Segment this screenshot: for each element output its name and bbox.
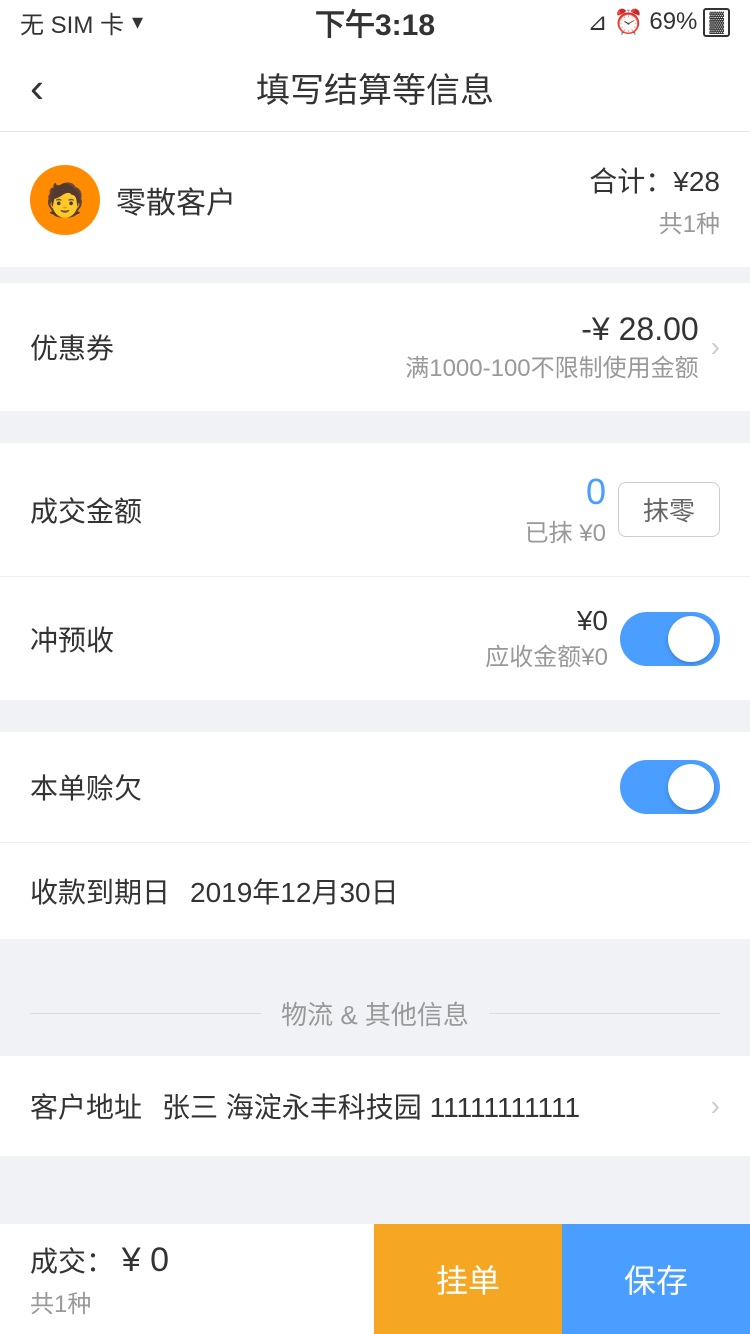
wifi-icon: ▾ — [132, 9, 143, 35]
location-icon: ⊿ — [587, 8, 607, 37]
deal-amount-section: 成交金额 0 已抹 ¥0 抹零 冲预收 ¥0 应收金额¥0 — [0, 443, 750, 700]
prepayment-toggle[interactable] — [620, 612, 720, 666]
bottom-bar: 成交： ¥ 0 共1种 挂单 保存 — [0, 1224, 750, 1334]
alarm-icon: ⏰ — [613, 8, 643, 37]
avatar: 🧑 — [30, 165, 100, 235]
save-button[interactable]: 保存 — [562, 1224, 750, 1334]
divider-3 — [0, 955, 750, 971]
coupon-value: -¥ 28.00 — [405, 311, 698, 348]
back-button[interactable]: ‹ — [30, 64, 44, 112]
address-row[interactable]: 客户地址 张三 海淀永丰科技园 11111111111 › — [0, 1056, 750, 1156]
divider-1 — [0, 427, 750, 443]
battery-icon: ▓ — [703, 8, 730, 37]
prepayment-sub: 应收金额¥0 — [485, 637, 608, 672]
bottom-deal-label: 成交： — [30, 1246, 114, 1277]
credit-row: 本单赊欠 — [0, 732, 750, 843]
credit-toggle-knob — [668, 764, 714, 810]
deal-amount-row: 成交金额 0 已抹 ¥0 抹零 — [0, 443, 750, 577]
customer-left: 🧑 零散客户 — [30, 165, 236, 235]
due-date-label: 收款到期日 — [30, 871, 170, 911]
coupon-chevron-icon: › — [711, 331, 720, 363]
carrier-label: 无 SIM 卡 — [20, 5, 124, 40]
divider-2 — [0, 716, 750, 732]
status-right: ⊿ ⏰ 69% ▓ — [587, 8, 730, 37]
deal-amount-label: 成交金额 — [30, 490, 142, 530]
address-chevron-icon: › — [711, 1090, 720, 1122]
content: 🧑 零散客户 合计：¥28 共1种 优惠券 -¥ 28.00 满1000-100… — [0, 132, 750, 1292]
customer-name: 零散客户 — [116, 178, 236, 222]
bottom-info: 成交： ¥ 0 共1种 — [0, 1240, 374, 1319]
coupon-value-col: -¥ 28.00 满1000-100不限制使用金额 — [405, 311, 698, 383]
avatar-icon: 🧑 — [45, 181, 85, 219]
address-label: 客户地址 — [30, 1086, 142, 1126]
bottom-count: 共1种 — [30, 1284, 344, 1319]
round-zero-button[interactable]: 抹零 — [618, 482, 720, 537]
prepayment-row: 冲预收 ¥0 应收金额¥0 — [0, 577, 750, 700]
deal-amount-value: 0 — [525, 471, 606, 513]
logistics-label: 物流 & 其他信息 — [281, 995, 469, 1032]
coupon-sub: 满1000-100不限制使用金额 — [405, 348, 698, 383]
status-bar: 无 SIM 卡 ▾ 下午3:18 ⊿ ⏰ 69% ▓ — [0, 0, 750, 44]
prepayment-value: ¥0 — [485, 605, 608, 637]
prepayment-label: 冲预收 — [30, 619, 114, 659]
total-amount: 合计：¥28 — [589, 160, 720, 200]
address-value: 张三 海淀永丰科技园 11111111111 — [162, 1086, 711, 1126]
credit-toggle[interactable] — [620, 760, 720, 814]
prepayment-value-col: ¥0 应收金额¥0 — [485, 605, 608, 672]
nav-bar: ‹ 填写结算等信息 — [0, 44, 750, 132]
deal-amount-sub: 已抹 ¥0 — [525, 513, 606, 548]
logistics-line-left — [30, 1013, 261, 1014]
address-section: 客户地址 张三 海淀永丰科技园 11111111111 › — [0, 1056, 750, 1156]
pending-button[interactable]: 挂单 — [374, 1224, 562, 1334]
credit-section: 本单赊欠 收款到期日 2019年12月30日 — [0, 732, 750, 939]
coupon-right: -¥ 28.00 满1000-100不限制使用金额 › — [405, 311, 720, 383]
due-date-value: 2019年12月30日 — [190, 871, 399, 911]
total-count: 共1种 — [589, 204, 720, 239]
prepayment-right: ¥0 应收金额¥0 — [485, 605, 720, 672]
due-date-row: 收款到期日 2019年12月30日 — [0, 843, 750, 939]
coupon-row[interactable]: 优惠券 -¥ 28.00 满1000-100不限制使用金额 › — [0, 283, 750, 411]
credit-label: 本单赊欠 — [30, 767, 142, 807]
deal-amount-right: 0 已抹 ¥0 抹零 — [525, 471, 720, 548]
status-time: 下午3:18 — [315, 0, 435, 44]
customer-right: 合计：¥28 共1种 — [589, 160, 720, 239]
bottom-deal: 成交： ¥ 0 — [30, 1240, 344, 1280]
toggle-knob — [668, 616, 714, 662]
deal-amount-value-col: 0 已抹 ¥0 — [525, 471, 606, 548]
coupon-section: 优惠券 -¥ 28.00 满1000-100不限制使用金额 › — [0, 283, 750, 411]
logistics-line-right — [489, 1013, 720, 1014]
battery-label: 69% — [649, 8, 697, 36]
bottom-deal-amount: ¥ 0 — [122, 1241, 169, 1279]
customer-row: 🧑 零散客户 合计：¥28 共1种 — [0, 132, 750, 267]
coupon-label: 优惠券 — [30, 327, 114, 367]
status-left: 无 SIM 卡 ▾ — [20, 5, 143, 40]
logistics-header: 物流 & 其他信息 — [0, 971, 750, 1056]
page-title: 填写结算等信息 — [256, 63, 494, 112]
